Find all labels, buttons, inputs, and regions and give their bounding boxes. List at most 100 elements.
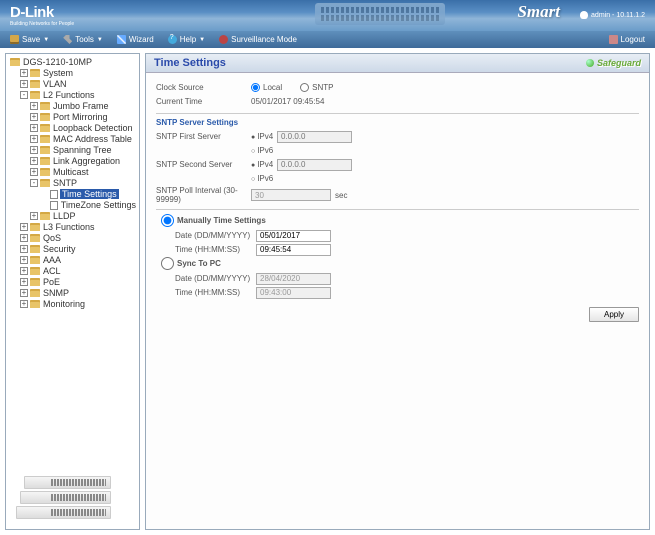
sntp-first-ipv4-radio[interactable]: IPv4 [251, 132, 274, 141]
sec-label: sec [335, 191, 347, 200]
folder-icon [40, 157, 50, 165]
clock-source-sntp-radio[interactable] [300, 83, 309, 92]
tree-item-qos[interactable]: +QoS [8, 233, 137, 244]
nav-tree: DGS-1210-10MP +System+VLAN-L2 Functions+… [6, 54, 139, 313]
tree-toggle-icon[interactable]: + [20, 267, 28, 275]
tree-item-l2-functions[interactable]: -L2 Functions [8, 90, 137, 101]
tree-item-label: VLAN [42, 79, 68, 89]
folder-icon [30, 223, 40, 231]
tree-item-label: Link Aggregation [52, 156, 121, 166]
surveillance-icon [219, 35, 228, 44]
current-time-row: Current Time 05/01/2017 09:45:54 [156, 95, 639, 108]
help-icon [168, 35, 177, 44]
tree-item-jumbo-frame[interactable]: + Jumbo Frame [8, 101, 137, 112]
tree-item-snmp[interactable]: +SNMP [8, 288, 137, 299]
sntp-second-label: SNTP Second Server [156, 160, 251, 169]
tree-item-acl[interactable]: + ACL [8, 266, 137, 277]
tree-toggle-icon[interactable]: + [20, 234, 28, 242]
clock-source-sntp[interactable]: SNTP [300, 83, 333, 92]
sntp-first-ipv4-input[interactable] [277, 131, 352, 143]
sync-pc-head[interactable]: Sync To PC [161, 257, 639, 270]
tree-toggle-icon[interactable]: + [30, 124, 38, 132]
manual-date-input[interactable] [256, 230, 331, 242]
tree-item-label: Spanning Tree [52, 145, 113, 155]
tree-toggle-icon[interactable]: + [20, 300, 28, 308]
current-time-label: Current Time [156, 97, 251, 106]
tree-toggle-icon[interactable]: - [20, 91, 28, 99]
clock-source-local-radio[interactable] [251, 83, 260, 92]
divider [156, 209, 639, 210]
tree-toggle-icon[interactable]: + [30, 146, 38, 154]
tree-item-multicast[interactable]: +Multicast [8, 167, 137, 178]
tree-item-poe[interactable]: +PoE [8, 277, 137, 288]
tree-item-lldp[interactable]: + LLDP [8, 211, 137, 222]
menu-help[interactable]: Help▼ [168, 35, 205, 44]
clock-source-local[interactable]: Local [251, 83, 282, 92]
sync-pc-radio[interactable] [161, 257, 174, 270]
menu-save[interactable]: Save▼ [10, 35, 49, 44]
tree-toggle-icon[interactable]: + [20, 80, 28, 88]
tree-item-mac-address-table[interactable]: + MAC Address Table [8, 134, 137, 145]
pc-date-row: Date (DD/MM/YYYY) [161, 272, 639, 285]
menu-surveillance[interactable]: Surveillance Mode [219, 35, 297, 44]
tree-item-label: LLDP [52, 211, 77, 221]
apply-row: Apply [156, 307, 639, 322]
folder-icon [40, 179, 50, 187]
menu-tools-label: Tools [75, 35, 94, 44]
tree-toggle-icon[interactable]: + [30, 135, 38, 143]
tree-item-label: MAC Address Table [52, 134, 133, 144]
sntp-poll-input[interactable] [251, 189, 331, 201]
tree-item-spanning-tree[interactable]: + Spanning Tree [8, 145, 137, 156]
tree-toggle-icon[interactable]: + [30, 212, 38, 220]
tree-item-l3-functions[interactable]: +L3 Functions [8, 222, 137, 233]
sntp-second-ipv6-radio[interactable]: IPv6 [251, 174, 274, 183]
tree-toggle-icon[interactable]: + [20, 245, 28, 253]
tree-item-label: ACL [42, 266, 62, 276]
menu-tools[interactable]: Tools▼ [63, 35, 103, 44]
tree-root[interactable]: DGS-1210-10MP [8, 57, 137, 68]
manual-time-input[interactable] [256, 244, 331, 256]
menu-wizard[interactable]: Wizard [117, 35, 154, 44]
tree-root-label: DGS-1210-10MP [22, 57, 93, 67]
tree-item-label: Port Mirroring [52, 112, 109, 122]
tree-item-time-settings[interactable]: Time Settings [8, 189, 137, 200]
tree-item-aaa[interactable]: +AAA [8, 255, 137, 266]
sntp-second-ipv4-radio[interactable]: IPv4 [251, 160, 274, 169]
tree-item-label: Jumbo Frame [52, 101, 110, 111]
tree-item-security[interactable]: +Security [8, 244, 137, 255]
tree-item-vlan[interactable]: + VLAN [8, 79, 137, 90]
tree-item-system[interactable]: +System [8, 68, 137, 79]
tree-toggle-icon[interactable]: - [30, 179, 38, 187]
folder-icon [30, 245, 40, 253]
tree-toggle-icon[interactable]: + [20, 69, 28, 77]
safeguard-label: Safeguard [597, 58, 641, 68]
tree-item-loopback-detection[interactable]: +Loopback Detection [8, 123, 137, 134]
tree-toggle-icon[interactable]: + [20, 289, 28, 297]
pc-date-input[interactable] [256, 273, 331, 285]
manual-date-row: Date (DD/MM/YYYY) [161, 229, 639, 242]
sntp-second-ipv4-input[interactable] [277, 159, 352, 171]
tree-toggle-icon[interactable]: + [20, 256, 28, 264]
tree-item-timezone-settings[interactable]: TimeZone Settings [8, 200, 137, 211]
tree-item-sntp[interactable]: -SNTP [8, 178, 137, 189]
menubar: Save▼ Tools▼ Wizard Help▼ Surveillance M… [0, 31, 655, 48]
tree-toggle-icon[interactable]: + [30, 157, 38, 165]
pc-time-field-label: Time (HH:MM:SS) [161, 288, 256, 297]
pc-time-input[interactable] [256, 287, 331, 299]
sntp-first-ipv6-radio[interactable]: IPv6 [251, 146, 274, 155]
tree-toggle-icon[interactable]: + [20, 278, 28, 286]
tree-item-port-mirroring[interactable]: + Port Mirroring [8, 112, 137, 123]
tree-toggle-icon[interactable]: + [20, 223, 28, 231]
tree-toggle-icon[interactable]: + [30, 168, 38, 176]
apply-button[interactable]: Apply [589, 307, 639, 322]
tree-item-label: Time Settings [60, 189, 119, 199]
tree-item-label: TimeZone Settings [60, 200, 137, 210]
tree-item-link-aggregation[interactable]: + Link Aggregation [8, 156, 137, 167]
tree-toggle-icon[interactable]: + [30, 102, 38, 110]
manual-time-head[interactable]: Manually Time Settings [161, 214, 639, 227]
manual-time-radio[interactable] [161, 214, 174, 227]
sntp-first-ipv4-row: SNTP First Server IPv4 [156, 130, 639, 143]
menu-logout[interactable]: Logout [609, 35, 645, 44]
tree-toggle-icon[interactable]: + [30, 113, 38, 121]
tree-item-monitoring[interactable]: +Monitoring [8, 299, 137, 310]
